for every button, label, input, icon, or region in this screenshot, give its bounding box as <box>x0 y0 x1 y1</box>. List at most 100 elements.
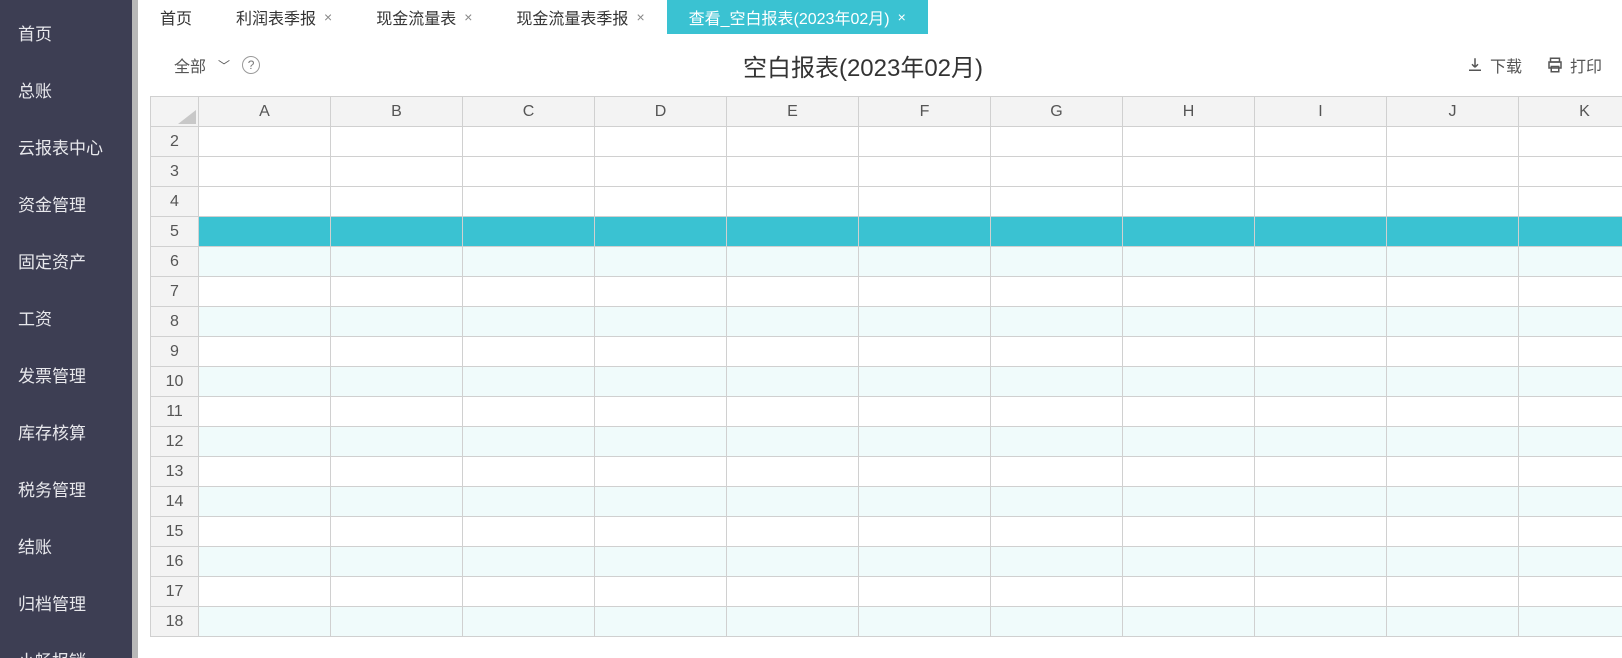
sidebar-item-archive[interactable]: 归档管理 <box>0 574 132 631</box>
help-icon[interactable]: ? <box>242 56 260 74</box>
cell[interactable] <box>1255 307 1387 337</box>
cell[interactable] <box>199 577 331 607</box>
row-header[interactable]: 2 <box>151 127 199 157</box>
cell[interactable] <box>991 607 1123 637</box>
cell[interactable] <box>859 127 991 157</box>
cell[interactable] <box>1519 427 1622 457</box>
sidebar-item-fixed-assets[interactable]: 固定资产 <box>0 232 132 289</box>
sidebar-item-cloud-report[interactable]: 云报表中心 <box>0 118 132 175</box>
cell[interactable] <box>859 277 991 307</box>
spreadsheet[interactable]: A B C D E F G H I J K 234567891011121314… <box>138 96 1622 658</box>
cell[interactable] <box>1123 517 1255 547</box>
cell[interactable] <box>595 367 727 397</box>
cell[interactable] <box>1255 157 1387 187</box>
tab-view-blank-report[interactable]: 查看_空白报表(2023年02月) × <box>667 0 928 34</box>
cell[interactable] <box>727 427 859 457</box>
cell[interactable] <box>1519 277 1622 307</box>
tab-profit-quarterly[interactable]: 利润表季报 × <box>214 0 354 34</box>
cell[interactable] <box>463 127 595 157</box>
cell[interactable] <box>1519 577 1622 607</box>
cell[interactable] <box>1123 247 1255 277</box>
cell[interactable] <box>199 607 331 637</box>
cell[interactable] <box>199 157 331 187</box>
sidebar-item-invoice[interactable]: 发票管理 <box>0 346 132 403</box>
cell[interactable] <box>1519 247 1622 277</box>
cell[interactable] <box>1519 307 1622 337</box>
cell[interactable] <box>727 127 859 157</box>
cell[interactable] <box>1519 367 1622 397</box>
cell[interactable] <box>331 457 463 487</box>
cell[interactable] <box>727 307 859 337</box>
cell[interactable] <box>1387 307 1519 337</box>
sidebar-item-ledger[interactable]: 总账 <box>0 61 132 118</box>
cell[interactable] <box>199 367 331 397</box>
cell[interactable] <box>991 247 1123 277</box>
download-button[interactable]: 下载 <box>1466 53 1522 77</box>
cell[interactable] <box>199 397 331 427</box>
column-header[interactable]: D <box>595 97 727 127</box>
cell[interactable] <box>463 337 595 367</box>
cell[interactable] <box>463 517 595 547</box>
cell[interactable] <box>1519 397 1622 427</box>
cell[interactable] <box>1387 127 1519 157</box>
cell[interactable] <box>331 517 463 547</box>
cell[interactable] <box>1123 157 1255 187</box>
cell[interactable] <box>331 487 463 517</box>
cell[interactable] <box>727 607 859 637</box>
column-header[interactable]: G <box>991 97 1123 127</box>
column-header[interactable]: E <box>727 97 859 127</box>
cell[interactable] <box>1387 427 1519 457</box>
cell[interactable] <box>859 607 991 637</box>
column-header[interactable]: I <box>1255 97 1387 127</box>
cell[interactable] <box>859 427 991 457</box>
cell[interactable] <box>331 427 463 457</box>
sidebar-item-home[interactable]: 首页 <box>0 4 132 61</box>
cell[interactable] <box>1123 277 1255 307</box>
cell[interactable] <box>1387 217 1519 247</box>
cell[interactable] <box>991 517 1123 547</box>
cell[interactable] <box>1387 487 1519 517</box>
cell[interactable] <box>727 157 859 187</box>
cell[interactable] <box>199 217 331 247</box>
cell[interactable] <box>595 517 727 547</box>
cell[interactable] <box>727 577 859 607</box>
cell[interactable] <box>991 337 1123 367</box>
cell[interactable] <box>1255 487 1387 517</box>
cell[interactable] <box>199 187 331 217</box>
cell[interactable] <box>1255 427 1387 457</box>
cell[interactable] <box>463 217 595 247</box>
row-header[interactable]: 18 <box>151 607 199 637</box>
cell[interactable] <box>1123 217 1255 247</box>
row-header[interactable]: 5 <box>151 217 199 247</box>
cell[interactable] <box>859 457 991 487</box>
cell[interactable] <box>595 247 727 277</box>
cell[interactable] <box>331 577 463 607</box>
cell[interactable] <box>1255 397 1387 427</box>
cell[interactable] <box>199 127 331 157</box>
cell[interactable] <box>331 277 463 307</box>
cell[interactable] <box>1387 607 1519 637</box>
cell[interactable] <box>595 427 727 457</box>
cell[interactable] <box>991 217 1123 247</box>
cell[interactable] <box>991 547 1123 577</box>
cell[interactable] <box>1387 517 1519 547</box>
cell[interactable] <box>991 307 1123 337</box>
cell[interactable] <box>199 547 331 577</box>
cell[interactable] <box>859 337 991 367</box>
row-header[interactable]: 15 <box>151 517 199 547</box>
cell[interactable] <box>1255 577 1387 607</box>
row-header[interactable]: 10 <box>151 367 199 397</box>
tab-cashflow-quarterly[interactable]: 现金流量表季报 × <box>494 0 666 34</box>
cell[interactable] <box>463 367 595 397</box>
cell[interactable] <box>463 307 595 337</box>
row-header[interactable]: 7 <box>151 277 199 307</box>
row-header[interactable]: 4 <box>151 187 199 217</box>
cell[interactable] <box>1519 607 1622 637</box>
cell[interactable] <box>991 457 1123 487</box>
cell[interactable] <box>1255 607 1387 637</box>
cell[interactable] <box>1387 337 1519 367</box>
cell[interactable] <box>595 277 727 307</box>
cell[interactable] <box>463 277 595 307</box>
cell[interactable] <box>1387 547 1519 577</box>
cell[interactable] <box>859 217 991 247</box>
